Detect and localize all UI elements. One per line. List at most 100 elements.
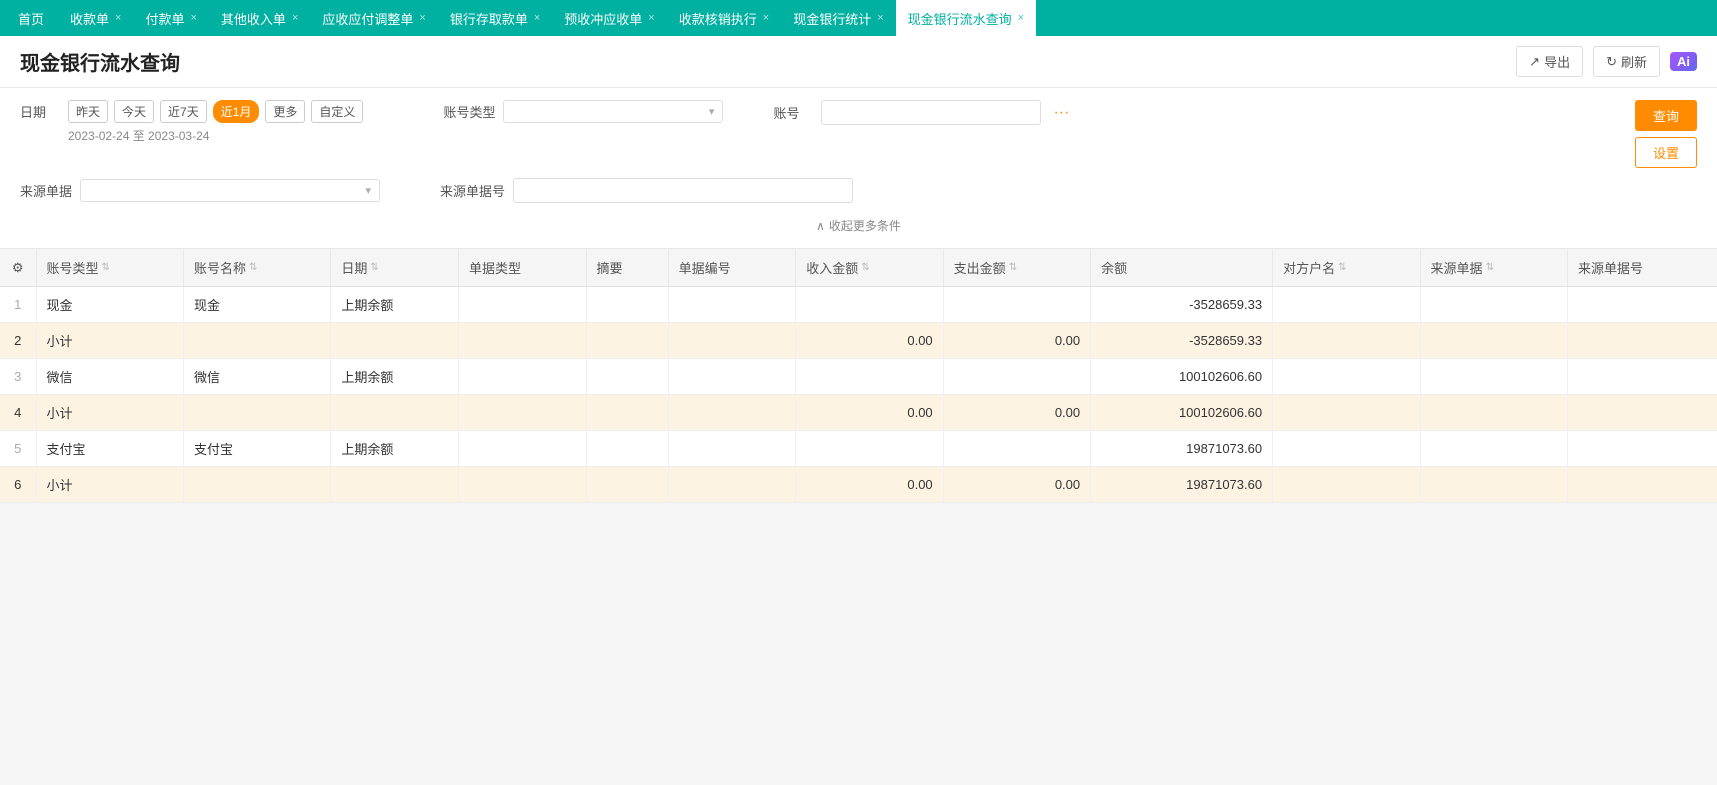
expense-cell: 0.00 <box>943 467 1090 503</box>
col-source-doc[interactable]: 来源单据 ⇅ <box>1420 249 1567 287</box>
date-btn-today[interactable]: 今天 <box>114 100 154 123</box>
close-icon[interactable]: × <box>648 12 654 24</box>
source-doc-no-input[interactable] <box>513 178 853 203</box>
col-summary[interactable]: 摘要 <box>586 249 668 287</box>
account-type-cell: 微信 <box>36 359 183 395</box>
balance-cell: 100102606.60 <box>1091 359 1273 395</box>
source-doc-no-cell <box>1568 467 1717 503</box>
top-nav: 首页 收款单 × 付款单 × 其他收入单 × 应收应付调整单 × 银行存取款单 … <box>0 0 1717 36</box>
balance-cell: 19871073.60 <box>1091 467 1273 503</box>
close-icon[interactable]: × <box>115 12 121 24</box>
nav-tab-预收冲应收单[interactable]: 预收冲应收单 × <box>552 0 666 36</box>
expense-cell <box>943 287 1090 323</box>
date-btn-custom[interactable]: 自定义 <box>311 100 363 123</box>
page-title: 现金银行流水查询 <box>20 47 180 76</box>
close-icon[interactable]: × <box>877 12 883 24</box>
col-income[interactable]: 收入金额 ⇅ <box>796 249 943 287</box>
counterparty-cell <box>1273 431 1420 467</box>
col-balance[interactable]: 余额 <box>1091 249 1273 287</box>
col-counterparty[interactable]: 对方户名 ⇅ <box>1273 249 1420 287</box>
more-options-button[interactable]: ··· <box>1049 104 1073 122</box>
account-no-input[interactable] <box>821 100 1041 125</box>
nav-home[interactable]: 首页 <box>4 0 58 36</box>
account-name-cell: 支付宝 <box>183 431 330 467</box>
page-header: 现金银行流水查询 ↗ 导出 ↻ 刷新 Ai <box>0 36 1717 88</box>
source-doc-cell <box>1420 395 1567 431</box>
table-row: 1现金现金上期余额-3528659.33 <box>0 287 1717 323</box>
source-doc-cell <box>1420 467 1567 503</box>
account-type-label: 账号类型 <box>443 102 495 121</box>
col-expense[interactable]: 支出金额 ⇅ <box>943 249 1090 287</box>
settings-button[interactable]: 设置 <box>1635 137 1697 168</box>
close-icon[interactable]: × <box>190 12 196 24</box>
source-doc-cell <box>1420 431 1567 467</box>
summary-cell <box>586 323 668 359</box>
close-icon[interactable]: × <box>1018 12 1024 24</box>
doc-type-cell <box>458 323 586 359</box>
settings-icon: ⚙ <box>12 260 24 275</box>
data-table: ⚙ 账号类型 ⇅ 账号名称 ⇅ 日期 <box>0 249 1717 503</box>
income-cell <box>796 287 943 323</box>
account-name-cell <box>183 323 330 359</box>
col-doc-no[interactable]: 单据编号 <box>668 249 796 287</box>
account-name-cell <box>183 467 330 503</box>
ai-button[interactable]: Ai <box>1670 52 1697 71</box>
col-date[interactable]: 日期 ⇅ <box>331 249 459 287</box>
nav-tab-现金银行统计[interactable]: 现金银行统计 × <box>781 0 895 36</box>
date-btn-1month[interactable]: 近1月 <box>213 100 260 123</box>
summary-cell <box>586 431 668 467</box>
header-actions: ↗ 导出 ↻ 刷新 Ai <box>1516 46 1697 77</box>
doc-type-cell <box>458 431 586 467</box>
date-btn-7days[interactable]: 近7天 <box>160 100 207 123</box>
nav-tab-其他收入单[interactable]: 其他收入单 × <box>209 0 310 36</box>
date-btn-more[interactable]: 更多 <box>265 100 305 123</box>
row-number: 2 <box>0 323 36 359</box>
sort-icon: ⇅ <box>370 262 378 273</box>
close-icon[interactable]: × <box>534 12 540 24</box>
expense-cell <box>943 359 1090 395</box>
query-button[interactable]: 查询 <box>1635 100 1697 131</box>
summary-cell <box>586 467 668 503</box>
sort-icon: ⇅ <box>102 262 110 273</box>
income-cell <box>796 359 943 395</box>
nav-tab-应收应付调整单[interactable]: 应收应付调整单 × <box>310 0 437 36</box>
col-account-name[interactable]: 账号名称 ⇅ <box>183 249 330 287</box>
col-account-type[interactable]: 账号类型 ⇅ <box>36 249 183 287</box>
chevron-up-icon: ∧ <box>816 219 825 233</box>
doc-type-cell <box>458 287 586 323</box>
source-doc-select[interactable]: ▾ <box>80 179 380 202</box>
date-cell <box>331 467 459 503</box>
close-icon[interactable]: × <box>292 12 298 24</box>
nav-tab-现金银行流水查询[interactable]: 现金银行流水查询 × <box>896 0 1036 36</box>
chevron-down-icon: ▾ <box>365 184 371 197</box>
counterparty-cell <box>1273 287 1420 323</box>
account-name-cell: 现金 <box>183 287 330 323</box>
close-icon[interactable]: × <box>763 12 769 24</box>
account-type-select[interactable]: ▾ <box>503 100 723 123</box>
summary-cell <box>586 287 668 323</box>
chevron-down-icon: ▾ <box>709 105 715 118</box>
doc-type-cell <box>458 467 586 503</box>
col-source-doc-no[interactable]: 来源单据号 <box>1568 249 1717 287</box>
doc-no-cell <box>668 287 796 323</box>
source-doc-cell <box>1420 323 1567 359</box>
close-icon[interactable]: × <box>419 12 425 24</box>
sort-icon: ⇅ <box>1486 262 1494 273</box>
col-doc-type[interactable]: 单据类型 <box>458 249 586 287</box>
table-header-row: ⚙ 账号类型 ⇅ 账号名称 ⇅ 日期 <box>0 249 1717 287</box>
col-gear[interactable]: ⚙ <box>0 249 36 287</box>
nav-tab-收款单[interactable]: 收款单 × <box>58 0 133 36</box>
account-type-cell: 支付宝 <box>36 431 183 467</box>
counterparty-cell <box>1273 359 1420 395</box>
export-button[interactable]: ↗ 导出 <box>1516 46 1583 77</box>
refresh-button[interactable]: ↻ 刷新 <box>1593 46 1660 77</box>
collapse-button[interactable]: ∧ 收起更多条件 <box>816 213 901 238</box>
nav-tab-付款单[interactable]: 付款单 × <box>133 0 208 36</box>
date-btn-yesterday[interactable]: 昨天 <box>68 100 108 123</box>
source-doc-cell <box>1420 287 1567 323</box>
nav-tab-收款核销执行[interactable]: 收款核销执行 × <box>667 0 781 36</box>
nav-tab-银行存取款单[interactable]: 银行存取款单 × <box>438 0 552 36</box>
account-type-cell: 小计 <box>36 467 183 503</box>
sort-icon: ⇅ <box>1338 262 1346 273</box>
date-label: 日期 <box>20 102 60 121</box>
